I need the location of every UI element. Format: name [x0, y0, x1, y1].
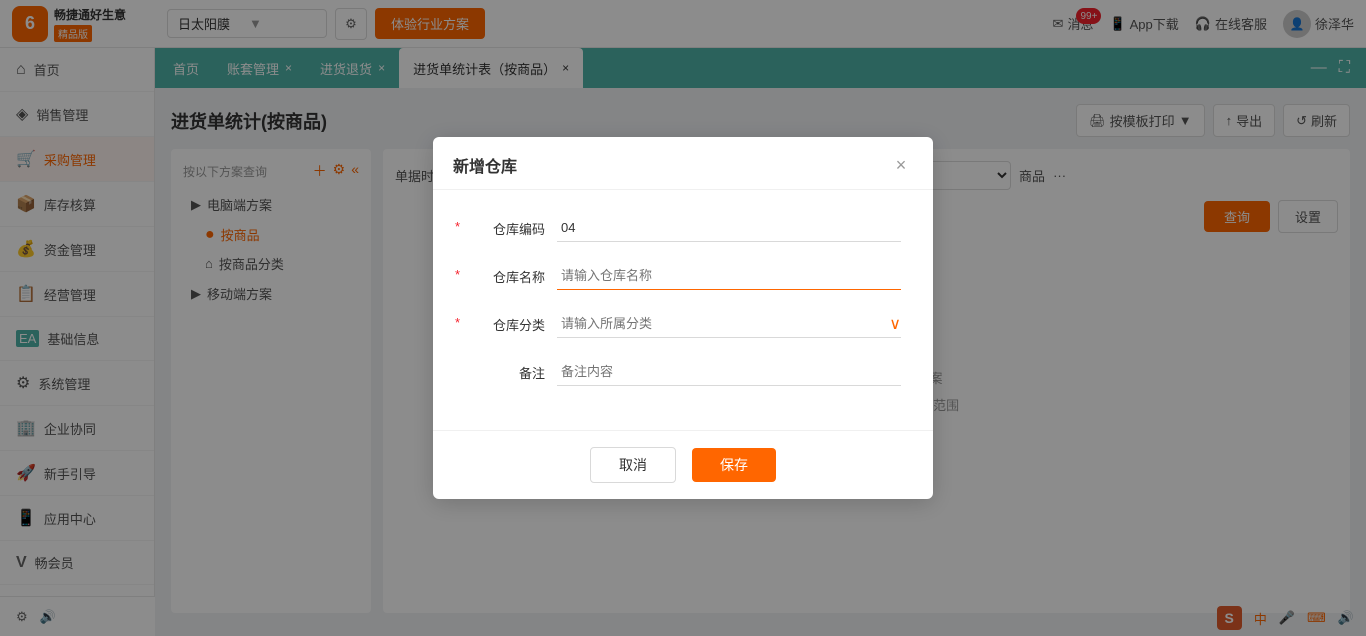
modal-body: 仓库编码 仓库名称 仓库分类 ∨ 备注 [433, 190, 933, 430]
form-row-name: 仓库名称 [465, 262, 901, 290]
modal-header: 新增仓库 × [433, 137, 933, 190]
code-label: 仓库编码 [465, 219, 545, 238]
code-input[interactable] [557, 214, 901, 242]
modal-footer: 取消 保存 [433, 430, 933, 499]
save-button[interactable]: 保存 [692, 448, 776, 482]
modal-title: 新增仓库 [453, 153, 517, 177]
category-dropdown-arrow[interactable]: ∨ [889, 314, 901, 334]
form-row-note: 备注 [465, 358, 901, 386]
form-row-category: 仓库分类 ∨ [465, 310, 901, 338]
category-input[interactable] [557, 310, 889, 337]
form-row-code: 仓库编码 [465, 214, 901, 242]
cancel-button[interactable]: 取消 [590, 447, 676, 483]
new-warehouse-modal: 新增仓库 × 仓库编码 仓库名称 仓库分类 ∨ 备注 [433, 137, 933, 499]
category-select-row[interactable]: ∨ [557, 310, 901, 338]
note-input[interactable] [557, 358, 901, 386]
note-label: 备注 [465, 363, 545, 382]
modal-overlay[interactable]: 新增仓库 × 仓库编码 仓库名称 仓库分类 ∨ 备注 [0, 0, 1366, 636]
category-label: 仓库分类 [465, 315, 545, 334]
modal-close-button[interactable]: × [889, 153, 913, 177]
name-label: 仓库名称 [465, 267, 545, 286]
name-input[interactable] [557, 262, 901, 290]
